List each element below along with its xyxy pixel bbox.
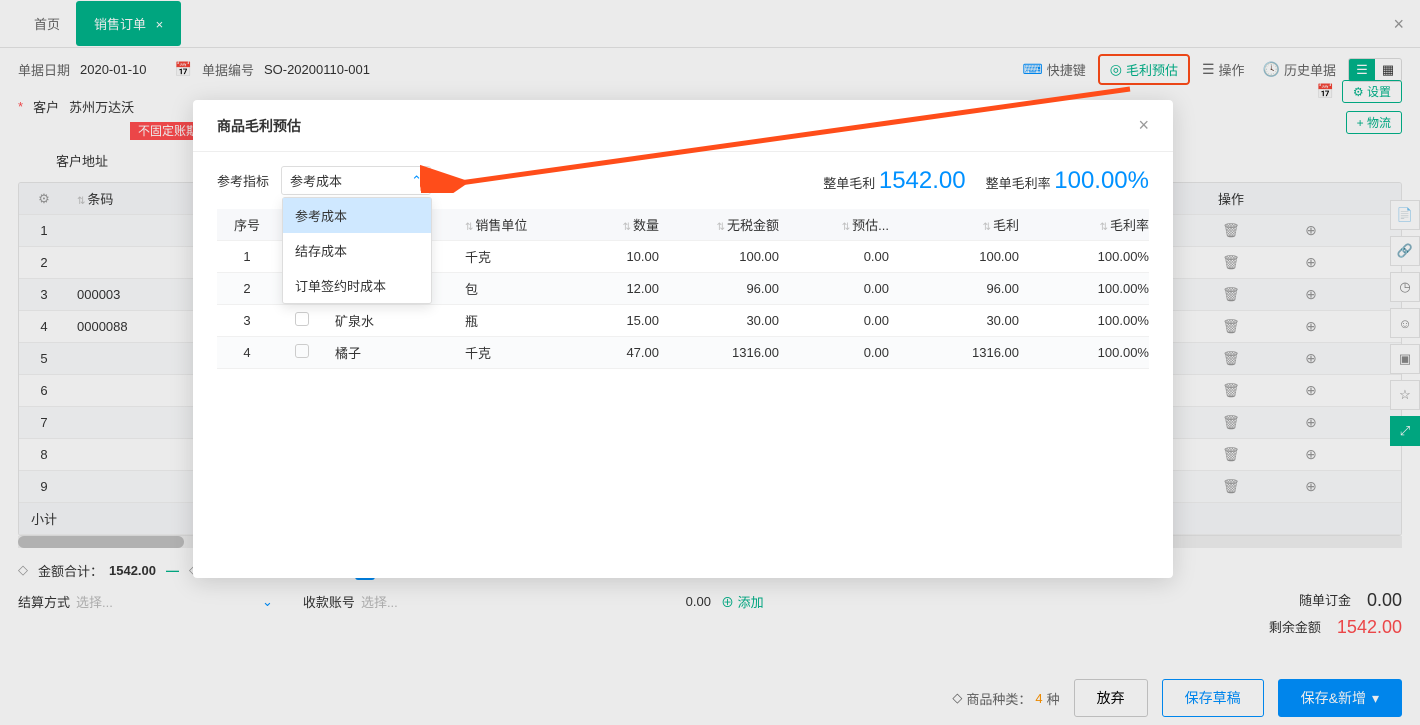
option-balance-cost[interactable]: 结存成本 xyxy=(283,233,431,268)
modal-header: 商品毛利预估 × xyxy=(193,100,1173,152)
ref-cost-dropdown: 参考成本 结存成本 订单签约时成本 xyxy=(282,197,432,304)
sum-profit-value: 1542.00 xyxy=(879,167,966,194)
col-profit2[interactable]: ⇅毛利 xyxy=(897,215,1027,234)
modal-filter-row: 参考指标 参考成本 ⌃ 参考成本 结存成本 订单签约时成本 整单毛利 1542.… xyxy=(193,152,1173,209)
option-sign-cost[interactable]: 订单签约时成本 xyxy=(283,268,431,303)
select-value: 参考成本 xyxy=(290,171,342,190)
option-ref-cost[interactable]: 参考成本 xyxy=(283,198,431,233)
modal-title: 商品毛利预估 xyxy=(217,116,301,136)
modal-table-row: 4橘子千克47.001316.000.001316.00100.00% xyxy=(217,337,1149,369)
gross-profit-modal: 商品毛利预估 × 参考指标 参考成本 ⌃ 参考成本 结存成本 订单签约时成本 整… xyxy=(193,100,1173,578)
col-unit[interactable]: ⇅销售单位 xyxy=(457,215,557,234)
row-checkbox[interactable] xyxy=(295,312,309,326)
row-checkbox[interactable] xyxy=(295,344,309,358)
ref-cost-select[interactable]: 参考成本 ⌃ 参考成本 结存成本 订单签约时成本 xyxy=(281,166,431,195)
modal-summary: 整单毛利 1542.00 整单毛利率 100.00% xyxy=(823,167,1149,195)
filter-label: 参考指标 xyxy=(217,171,269,190)
col-est2[interactable]: ⇅预估... xyxy=(787,215,897,234)
sum-profit-label: 整单毛利 xyxy=(823,176,875,191)
modal-close-icon[interactable]: × xyxy=(1138,115,1149,136)
chevron-up-icon: ⌃ xyxy=(411,173,422,189)
col-notax[interactable]: ⇅无税金额 xyxy=(667,215,787,234)
col-idx: 序号 xyxy=(217,215,277,234)
col-rate[interactable]: ⇅毛利率 xyxy=(1027,215,1157,234)
sum-rate-value: 100.00% xyxy=(1054,167,1149,194)
sum-rate-label: 整单毛利率 xyxy=(986,176,1051,191)
col-qty[interactable]: ⇅数量 xyxy=(557,215,667,234)
modal-table-row: 3矿泉水瓶15.0030.000.0030.00100.00% xyxy=(217,305,1149,337)
